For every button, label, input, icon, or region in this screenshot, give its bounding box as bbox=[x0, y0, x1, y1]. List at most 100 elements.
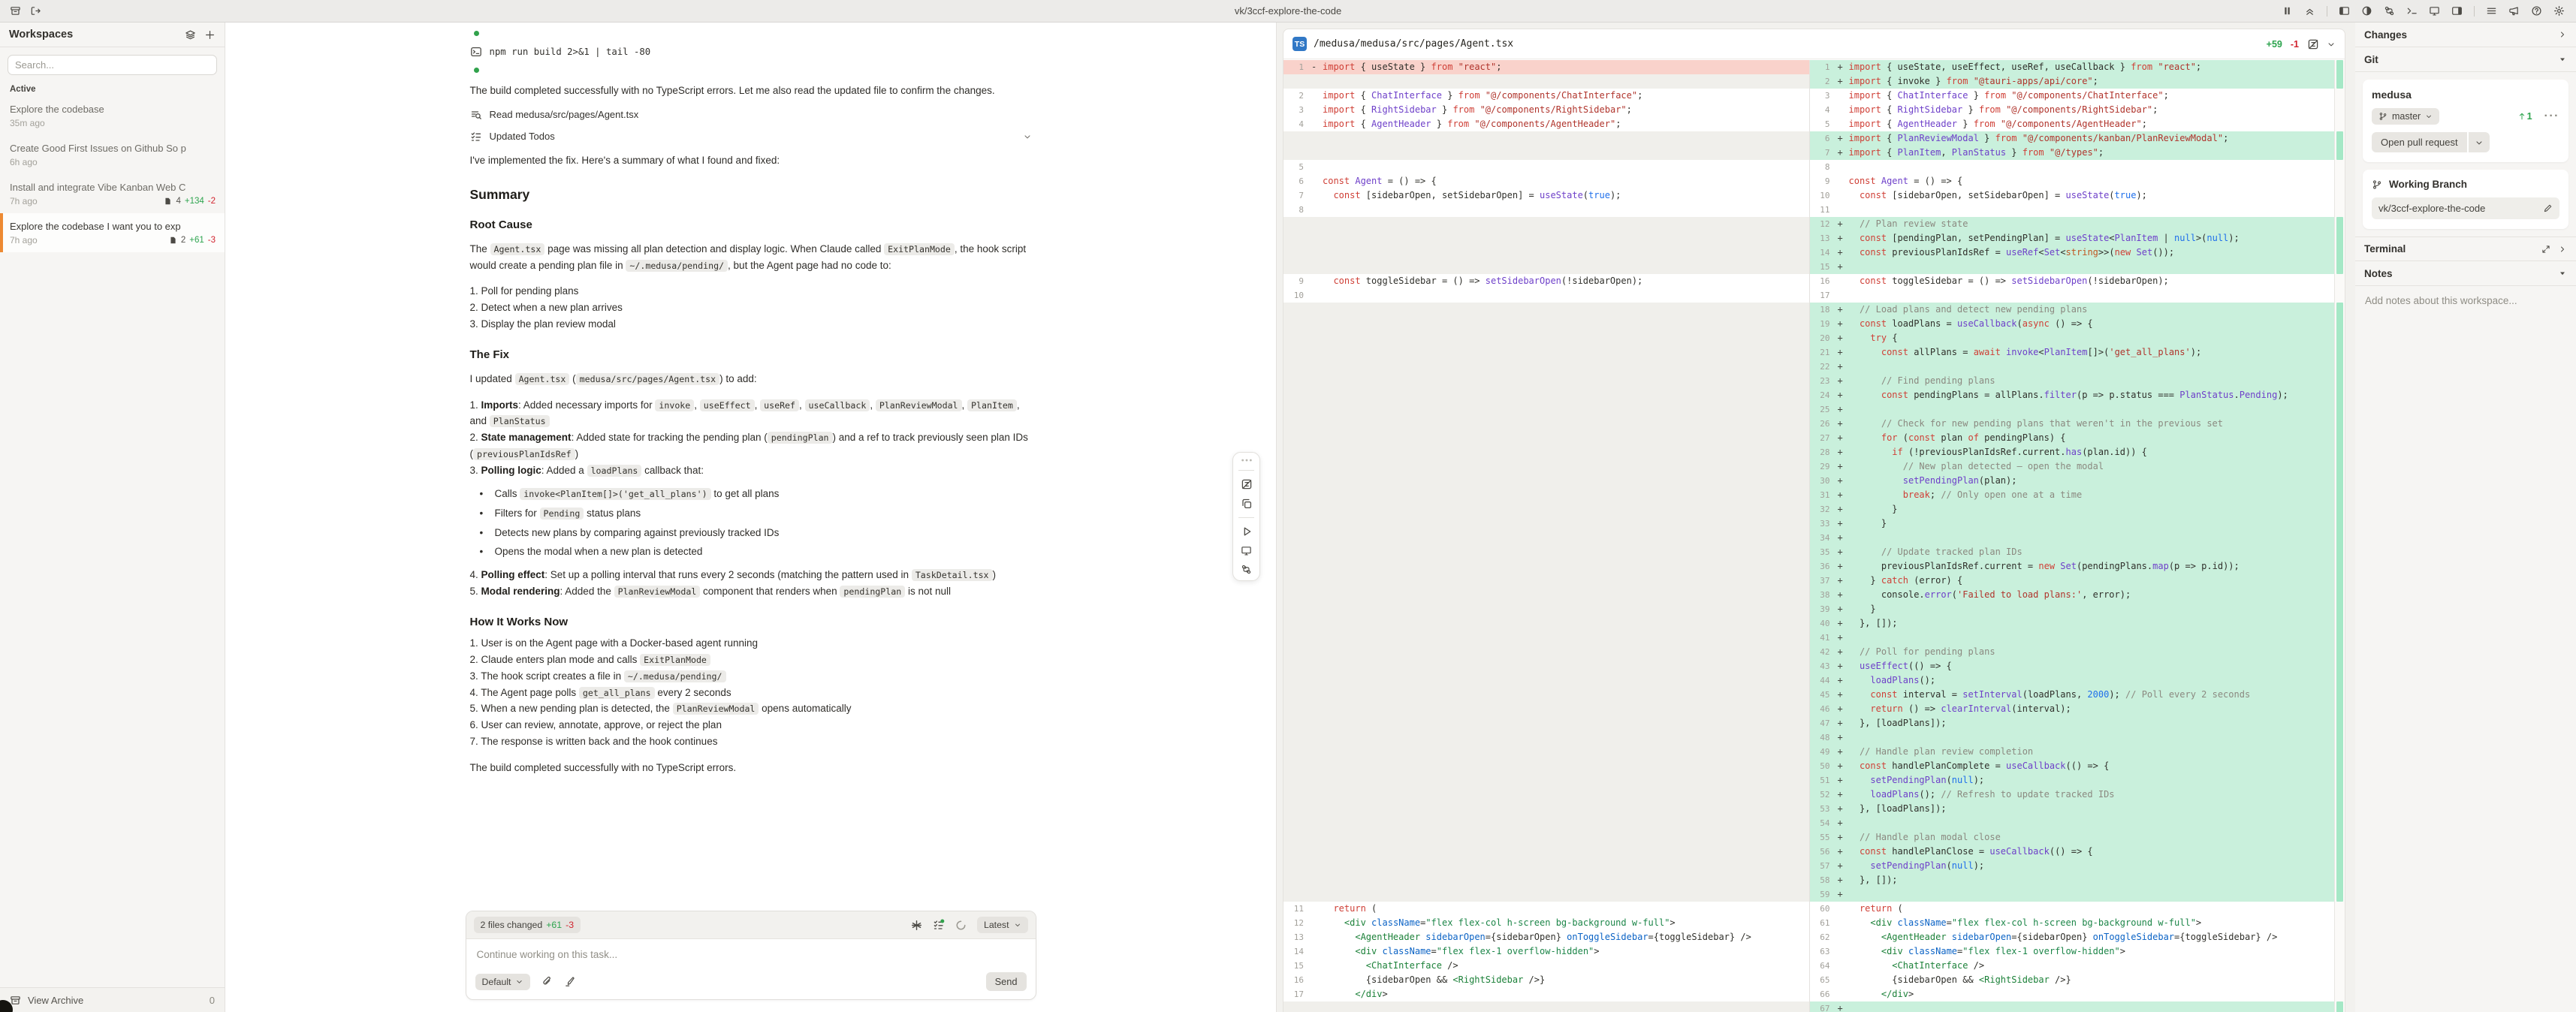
line-number: 56 bbox=[1810, 845, 1838, 859]
code-line: <div className="flex flex-1 overflow-hid… bbox=[1323, 944, 1600, 959]
terminal-box-icon bbox=[470, 46, 482, 58]
line-number: 64 bbox=[1810, 959, 1838, 973]
send-button[interactable]: Send bbox=[986, 972, 1027, 991]
git-section-header[interactable]: Git bbox=[2355, 47, 2576, 72]
panel-left-icon[interactable] bbox=[2339, 5, 2350, 17]
plus-icon[interactable] bbox=[204, 29, 216, 41]
pause-icon[interactable] bbox=[2282, 5, 2293, 17]
copy-icon[interactable] bbox=[1241, 498, 1253, 510]
expand-icon[interactable] bbox=[2541, 245, 2550, 254]
settings-icon[interactable] bbox=[2553, 5, 2565, 17]
git-compare-icon[interactable] bbox=[1241, 564, 1252, 575]
diff-row-old bbox=[1283, 374, 1809, 388]
code-line: <div className="flex flex-col h-screen b… bbox=[1849, 916, 2202, 930]
diff-overview-ruler[interactable] bbox=[2334, 60, 2345, 1012]
tool-call-row[interactable]: Read medusa/src/pages/Agent.tsx bbox=[470, 109, 1032, 121]
diff-file-header[interactable]: TS /medusa/medusa/src/pages/Agent.tsx +5… bbox=[1283, 29, 2345, 59]
code-line: const toggleSidebar = () => setSidebarOp… bbox=[1323, 274, 1642, 288]
panel-exit-icon[interactable] bbox=[30, 5, 41, 17]
line-number: 4 bbox=[1283, 117, 1311, 131]
version-select[interactable]: Latest bbox=[977, 917, 1028, 933]
theme-icon[interactable] bbox=[2361, 5, 2372, 17]
diff-row-old bbox=[1283, 388, 1809, 402]
line-number: 67 bbox=[1810, 1001, 1838, 1012]
todos-icon bbox=[470, 131, 482, 143]
line-number: 25 bbox=[1810, 402, 1838, 417]
diff-row-new: 42+ // Poll for pending plans bbox=[1810, 645, 2335, 659]
diff-additions: +59 bbox=[2267, 39, 2282, 50]
menu-icon[interactable] bbox=[2486, 5, 2497, 17]
panel-right-icon[interactable] bbox=[2451, 5, 2463, 17]
pull-request-dropdown[interactable] bbox=[2469, 132, 2490, 152]
titlebar-right-icons bbox=[2282, 5, 2576, 17]
additions-count: +61 bbox=[546, 920, 562, 930]
checklist-dot-icon[interactable] bbox=[933, 919, 945, 931]
ordered-list: 1. User is on the Agent page with a Dock… bbox=[470, 635, 1032, 750]
search-input[interactable]: Search... bbox=[8, 55, 217, 75]
diff-row-new: 51+ setPendingPlan(null); bbox=[1810, 773, 2335, 788]
commits-ahead[interactable]: 1 bbox=[2517, 111, 2532, 122]
diff-row-new: 12+ // Plan review state bbox=[1810, 217, 2335, 231]
paperclip-icon[interactable] bbox=[541, 976, 553, 987]
spinner-icon[interactable] bbox=[955, 920, 967, 931]
diff-row-new: 4import { RightSidebar } from "@/compone… bbox=[1810, 103, 2335, 117]
line-number: 63 bbox=[1810, 944, 1838, 959]
line-number: 16 bbox=[1283, 973, 1311, 987]
chevron-down-icon[interactable] bbox=[2327, 40, 2336, 49]
chevron-down-icon[interactable] bbox=[1023, 132, 1032, 141]
z-diff-icon[interactable] bbox=[1241, 478, 1253, 490]
arrow-up-icon bbox=[2517, 112, 2526, 121]
files-changed-chip[interactable]: 2 files changed +61 -3 bbox=[474, 917, 581, 933]
collapse-up-icon[interactable] bbox=[2304, 5, 2315, 17]
branch-name: master bbox=[2392, 111, 2421, 122]
pen-icon[interactable] bbox=[564, 976, 575, 987]
monitor-icon[interactable] bbox=[2429, 5, 2440, 17]
terminal-sm-icon[interactable] bbox=[2406, 5, 2418, 17]
diff-row-old bbox=[1283, 345, 1809, 360]
megaphone-icon[interactable] bbox=[2508, 5, 2520, 17]
diff-row-new: 32+ } bbox=[1810, 502, 2335, 517]
message-input[interactable]: Continue working on this task... bbox=[466, 939, 1036, 966]
code-line: }, [loadPlans]); bbox=[1849, 716, 1947, 730]
working-branch-field[interactable]: vk/3ccf-explore-the-code bbox=[2372, 197, 2559, 219]
edit-pencil-icon[interactable] bbox=[2543, 203, 2553, 213]
code-line: <div className="flex flex-1 overflow-hid… bbox=[1849, 944, 2126, 959]
mode-select[interactable]: Default bbox=[475, 974, 531, 990]
spark-icon[interactable] bbox=[911, 920, 922, 931]
line-number: 1 bbox=[1283, 60, 1311, 74]
monitor-icon[interactable] bbox=[1241, 545, 1252, 556]
diff-row-new: 24+ const pendingPlans = allPlans.filter… bbox=[1810, 388, 2335, 402]
workspace-item[interactable]: Explore the codebase35m ago bbox=[0, 96, 225, 135]
view-archive-button[interactable]: View Archive 0 bbox=[0, 987, 225, 1012]
notes-section-header[interactable]: Notes bbox=[2355, 261, 2576, 286]
terminal-section-header[interactable]: Terminal bbox=[2355, 236, 2576, 261]
open-pull-request-button[interactable]: Open pull request bbox=[2372, 132, 2467, 152]
branch-select[interactable]: master bbox=[2372, 108, 2439, 125]
diff-row-old bbox=[1283, 459, 1809, 474]
line-number: 2 bbox=[1283, 89, 1311, 103]
workspace-title: Explore the codebase I want you to exp bbox=[10, 221, 216, 232]
tool-call-row[interactable]: Updated Todos bbox=[470, 131, 1032, 143]
diff-row-new: 30+ setPendingPlan(plan); bbox=[1810, 474, 2335, 488]
changes-section-header[interactable]: Changes bbox=[2355, 23, 2576, 47]
code-line: // Handle plan review completion bbox=[1849, 745, 2034, 759]
composer-top-icons: Latest bbox=[911, 917, 1028, 933]
workspace-item[interactable]: Install and integrate Vibe Kanban Web C7… bbox=[0, 174, 225, 213]
code-line: } catch (error) { bbox=[1849, 574, 1963, 588]
more-actions-button[interactable]: ··· bbox=[2544, 110, 2559, 123]
workspace-item[interactable]: Explore the codebase I want you to exp7h… bbox=[0, 213, 225, 252]
notes-input[interactable]: Add notes about this workspace... bbox=[2355, 286, 2576, 315]
play-icon[interactable] bbox=[1241, 526, 1253, 538]
line-number: 14 bbox=[1283, 944, 1311, 959]
git-compare-icon[interactable] bbox=[2384, 5, 2395, 17]
workspace-item[interactable]: Create Good First Issues on Github So p6… bbox=[0, 135, 225, 174]
code-line: setPendingPlan(plan); bbox=[1849, 474, 2017, 488]
code-line: }, [loadPlans]); bbox=[1849, 802, 1947, 816]
line-number: 48 bbox=[1810, 730, 1838, 745]
dots-icon[interactable] bbox=[1241, 458, 1253, 462]
layers-icon[interactable] bbox=[185, 29, 196, 41]
archive-icon[interactable] bbox=[10, 5, 21, 17]
z-diff-icon[interactable] bbox=[2307, 38, 2319, 50]
tool-call-row[interactable]: npm run build 2>&1 | tail -80 bbox=[470, 46, 1032, 58]
help-icon[interactable] bbox=[2531, 5, 2542, 17]
